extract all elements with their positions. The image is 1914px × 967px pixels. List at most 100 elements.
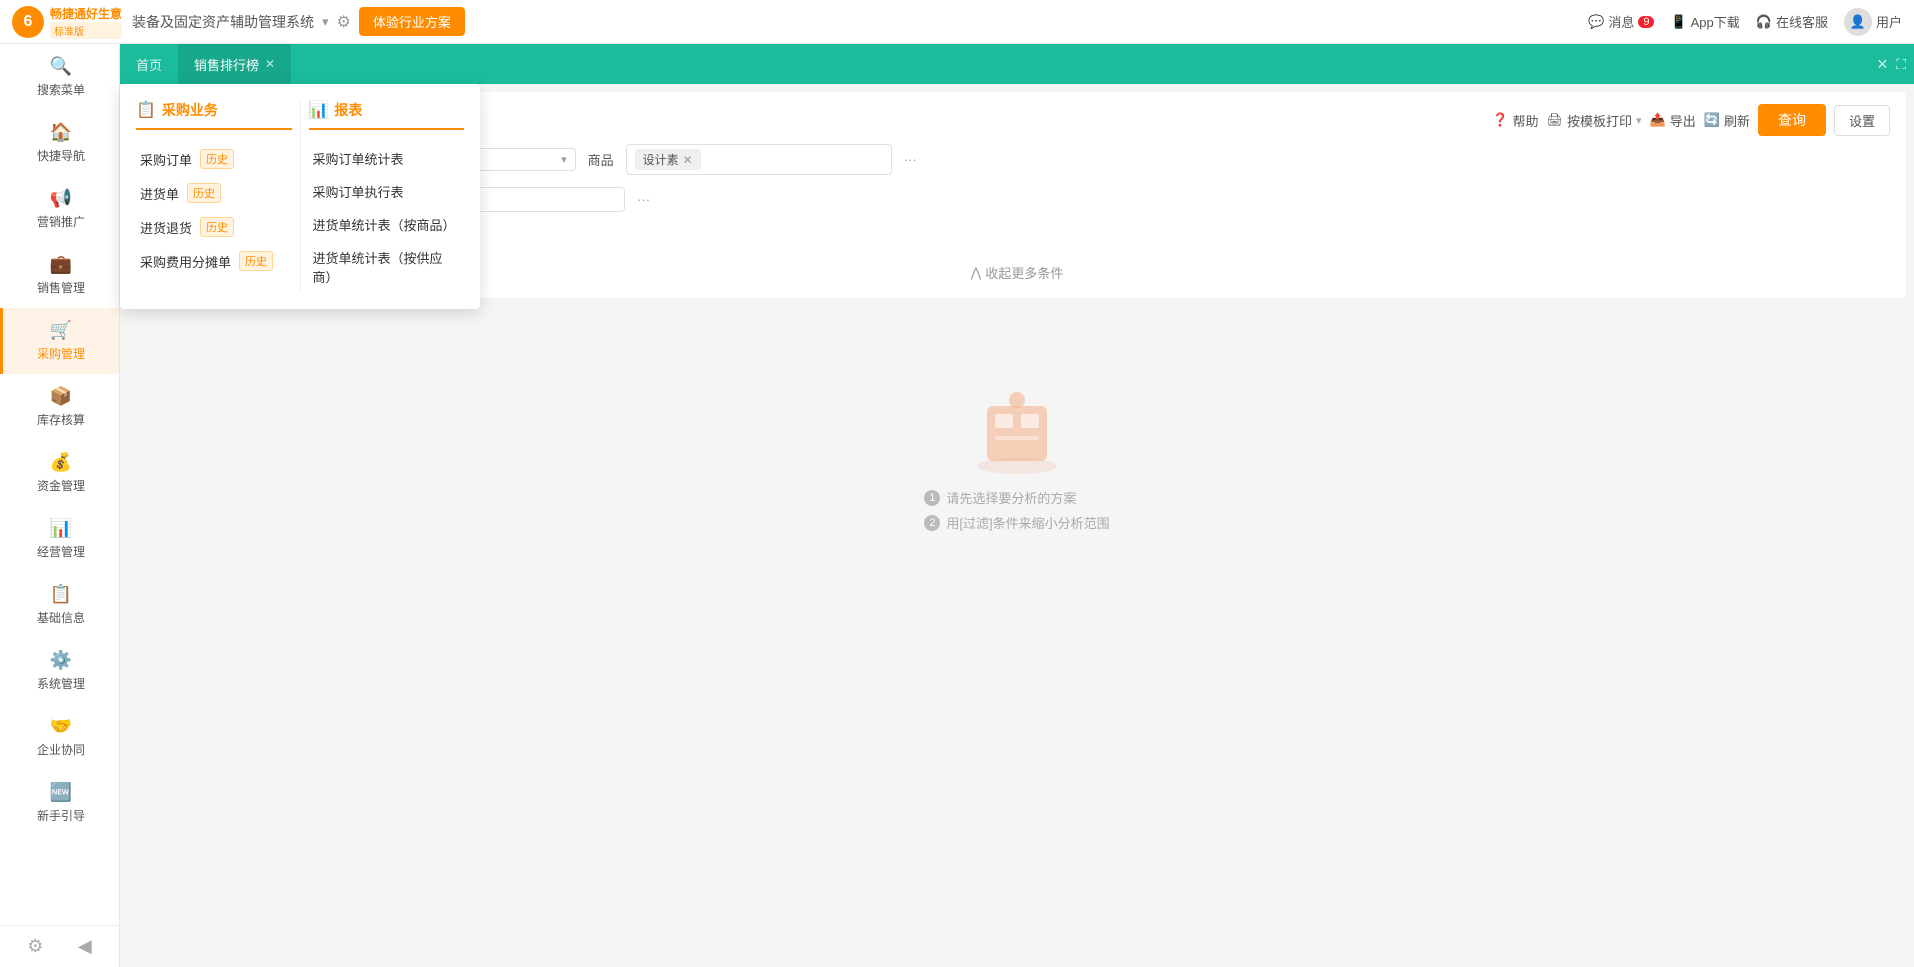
marketing-icon: 📢 (50, 188, 72, 209)
home-icon: 🏠 (50, 122, 72, 143)
history-badge-2: 历史 (200, 217, 234, 237)
online-service-button[interactable]: 🎧 在线客服 (1756, 12, 1828, 31)
operations-icon: 📊 (50, 518, 72, 539)
tab-bar: 首页 销售排行榜 ✕ ✕ ⛶ (120, 44, 1914, 84)
hint-num-2: 2 (924, 515, 940, 531)
sidebar-item-marketing[interactable]: 📢 营销推广 (0, 176, 119, 242)
logo-icon: 6 (12, 6, 44, 38)
sidebar-item-operations[interactable]: 📊 经营管理 (0, 506, 119, 572)
tab-close-btn[interactable]: ✕ (1876, 56, 1888, 73)
order-status-arrow: ▾ (561, 153, 567, 166)
goods-label: 商品 (588, 150, 614, 169)
menu-item-expense[interactable]: 采购费用分摊单 历史 (136, 244, 292, 278)
tab-fullscreen-btn[interactable]: ⛶ (1896, 56, 1906, 73)
app-download-button[interactable]: 📱 App下载 (1670, 12, 1739, 31)
sidebar-bottom: ⚙ ◀ (0, 925, 119, 967)
sidebar-item-search[interactable]: 🔍 搜索菜单 (0, 44, 119, 110)
print-dropdown-icon: ▾ (1636, 114, 1642, 127)
empty-text: 1 请先选择要分析的方案 2 用[过滤]条件来缩小分析范围 (924, 488, 1109, 532)
menu-item-inbound[interactable]: 进货单 历史 (136, 176, 292, 210)
salesperson-more-btn[interactable]: ··· (637, 192, 650, 207)
query-button[interactable]: 查询 (1758, 104, 1826, 136)
print-button[interactable]: 🖨 按模板打印 ▾ (1547, 111, 1642, 130)
purchase-section-icon: 📋 (136, 100, 156, 120)
purchase-section: 📋 采购业务 采购订单 历史 进货单 历史 进货退货 历史 采购费用分摊单 历史 (136, 100, 292, 293)
sidebar-item-inventory[interactable]: 📦 库存核算 (0, 374, 119, 440)
refresh-button[interactable]: 🔄 刷新 (1704, 111, 1750, 130)
headset-icon: 🎧 (1756, 14, 1772, 30)
tab-sales-rank[interactable]: 销售排行榜 ✕ (178, 44, 291, 84)
empty-hint-1: 1 请先选择要分析的方案 (924, 488, 1109, 507)
purchase-dropdown-menu: 📋 采购业务 采购订单 历史 进货单 历史 进货退货 历史 采购费用分摊单 历史… (120, 84, 480, 309)
menu-item-return[interactable]: 进货退货 历史 (136, 210, 292, 244)
sidebar-item-purchase[interactable]: 🛒 采购管理 (0, 308, 119, 374)
collapse-sidebar-icon[interactable]: ◀ (78, 936, 92, 957)
sidebar-item-newbie[interactable]: 🆕 新手引导 (0, 770, 119, 836)
avatar: 👤 (1844, 8, 1872, 36)
basic-info-icon: 📋 (50, 584, 72, 605)
sidebar-item-basic-info[interactable]: 📋 基础信息 (0, 572, 119, 638)
user-menu-button[interactable]: 👤 用户 (1844, 8, 1902, 36)
trial-button[interactable]: 体验行业方案 (359, 7, 465, 36)
sidebar-item-nav[interactable]: 🏠 快捷导航 (0, 110, 119, 176)
history-badge-0: 历史 (200, 149, 234, 169)
sales-icon: 💼 (50, 254, 72, 275)
top-bar: 6 畅捷通好生意 标准版 装备及固定资产辅助管理系统 ▾ ⚙ 体验行业方案 💬 … (0, 0, 1914, 44)
sidebar-item-finance[interactable]: 💰 资金管理 (0, 440, 119, 506)
menu-item-report-0[interactable]: 采购订单统计表 (309, 142, 465, 175)
logo-area: 6 畅捷通好生意 标准版 (12, 5, 132, 39)
inventory-icon: 📦 (50, 386, 72, 407)
system-title-area: 装备及固定资产辅助管理系统 ▾ ⚙ 体验行业方案 (132, 7, 1588, 36)
phone-icon: 📱 (1670, 14, 1686, 30)
messages-button[interactable]: 💬 消息 9 (1588, 12, 1654, 31)
collapse-icon: ⋀ (971, 265, 982, 281)
report-section-header: 📊 报表 (309, 100, 465, 130)
search-icon: 🔍 (50, 56, 72, 77)
sidebar-item-sales[interactable]: 💼 销售管理 (0, 242, 119, 308)
message-icon: 💬 (1588, 14, 1604, 30)
sidebar-item-cooperation[interactable]: 🤝 企业协同 (0, 704, 119, 770)
goods-more-btn[interactable]: ··· (904, 152, 917, 167)
help-button[interactable]: ❓ 帮助 (1492, 111, 1538, 130)
menu-item-report-3[interactable]: 进货单统计表（按供应商） (309, 241, 465, 293)
cooperation-icon: 🤝 (50, 716, 72, 737)
top-right-area: 💬 消息 9 📱 App下载 🎧 在线客服 👤 用户 (1588, 8, 1902, 36)
refresh-icon: 🔄 (1704, 112, 1720, 128)
history-badge-1: 历史 (187, 183, 221, 203)
system-settings-icon[interactable]: ⚙ (337, 12, 351, 32)
sidebar-item-system[interactable]: ⚙️ 系统管理 (0, 638, 119, 704)
system-title-text: 装备及固定资产辅助管理系统 (132, 12, 314, 32)
system-title-dropdown[interactable]: ▾ (322, 14, 329, 30)
menu-item-purchase-order[interactable]: 采购订单 历史 (136, 142, 292, 176)
empty-hint-2: 2 用[过滤]条件来缩小分析范围 (924, 513, 1109, 532)
history-badge-3: 历史 (239, 251, 273, 271)
tab-home[interactable]: 首页 (120, 44, 178, 84)
logo-text-line1: 畅捷通好生意 (50, 5, 122, 22)
empty-svg (957, 386, 1077, 476)
purchase-icon: 🛒 (50, 320, 72, 341)
report-section-icon: 📊 (309, 100, 329, 120)
system-icon: ⚙️ (50, 650, 72, 671)
goods-input[interactable] (707, 152, 883, 167)
empty-illustration (957, 386, 1077, 476)
menu-item-report-2[interactable]: 进货单统计表（按商品） (309, 208, 465, 241)
export-icon: 📤 (1650, 112, 1666, 128)
menu-item-report-1[interactable]: 采购订单执行表 (309, 175, 465, 208)
settings-button[interactable]: 设置 (1834, 105, 1890, 136)
goods-field[interactable]: 设计素 ✕ (626, 144, 892, 175)
empty-state: 1 请先选择要分析的方案 2 用[过滤]条件来缩小分析范围 (120, 306, 1914, 612)
settings-bottom-icon[interactable]: ⚙ (27, 936, 43, 957)
purchase-section-header: 📋 采购业务 (136, 100, 292, 130)
tab-close-icon[interactable]: ✕ (265, 57, 275, 71)
menu-divider (300, 100, 301, 293)
logo-badge: 标准版 (50, 22, 122, 39)
newbie-icon: 🆕 (50, 782, 72, 803)
report-section: 📊 报表 采购订单统计表 采购订单执行表 进货单统计表（按商品） 进货单统计表（… (309, 100, 465, 293)
tab-controls: ✕ ⛶ (1868, 44, 1914, 84)
help-icon: ❓ (1492, 112, 1508, 128)
goods-tag: 设计素 ✕ (635, 149, 701, 170)
goods-tag-close[interactable]: ✕ (683, 153, 693, 167)
print-icon: 🖨 (1547, 112, 1564, 128)
export-button[interactable]: 📤 导出 (1650, 111, 1696, 130)
sidebar: 🔍 搜索菜单 🏠 快捷导航 📢 营销推广 💼 销售管理 🛒 采购管理 📦 库存核… (0, 44, 120, 967)
